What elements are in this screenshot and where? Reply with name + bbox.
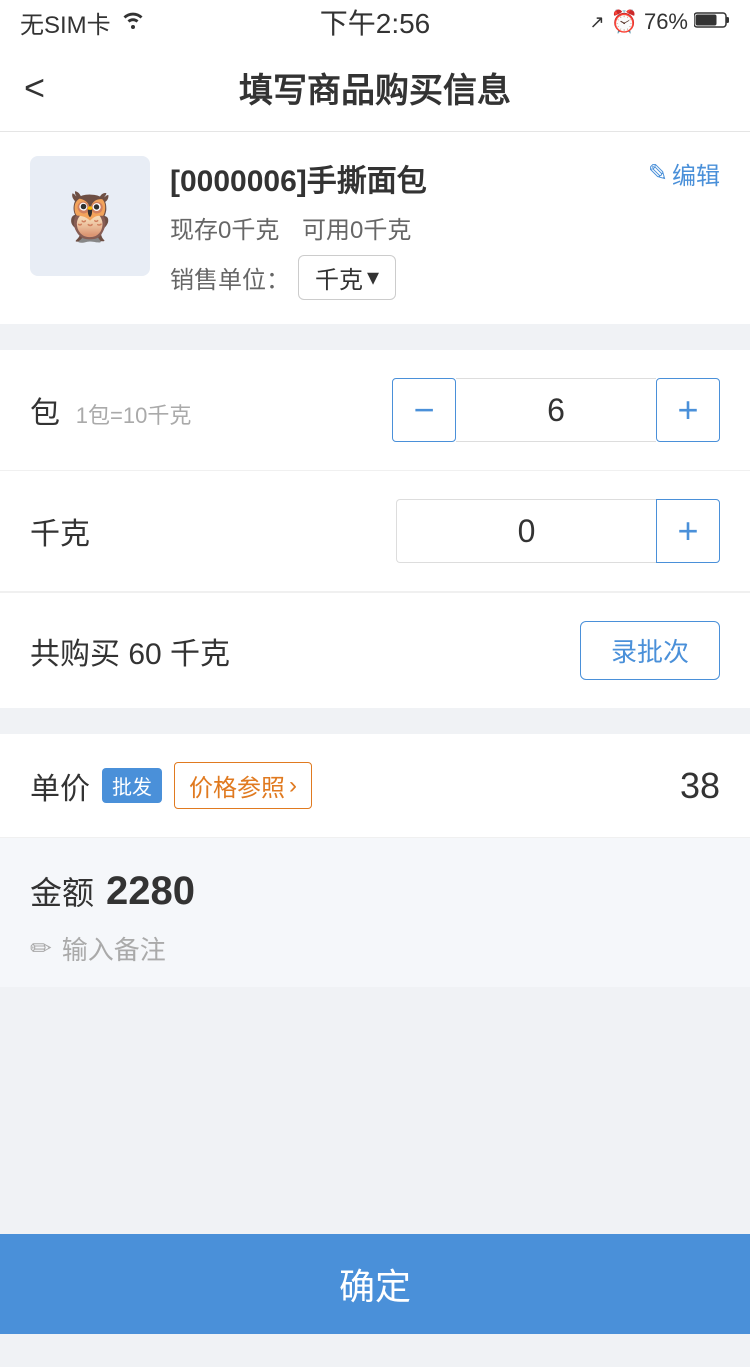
batch-button[interactable]: 录批次 — [580, 621, 720, 680]
product-unit: 销售单位： 千克 ▾ — [170, 255, 628, 300]
chevron-down-icon: ▾ — [367, 263, 379, 292]
wifi-icon — [119, 8, 147, 36]
divider-1 — [0, 334, 750, 350]
location-icon: ↗ — [589, 12, 604, 33]
nav-bar: < 填写商品购买信息 — [0, 44, 750, 132]
arrow-icon: › — [289, 772, 297, 800]
product-name: [0000006]手撕面包 — [170, 156, 628, 200]
price-value: 38 — [680, 765, 720, 807]
product-image: 🦉 — [30, 156, 150, 276]
status-bar: 无SIM卡 下午2:56 ↗ ⏰ 76% — [0, 0, 750, 44]
kg-plus-button[interactable]: + — [656, 499, 720, 563]
carrier-text: 无SIM卡 — [20, 5, 111, 40]
product-stock: 现存0千克 可用0千克 — [170, 210, 628, 245]
product-card: 🦉 [0000006]手撕面包 现存0千克 可用0千克 销售单位： 千克 ▾ ✎… — [0, 132, 750, 334]
amount-section: 金额 2280 ✏ 输入备注 — [0, 838, 750, 987]
status-right: ↗ ⏰ 76% — [589, 9, 730, 35]
price-section: 单价 批发 价格参照 › 38 — [0, 734, 750, 838]
amount-row: 金额 2280 — [30, 868, 720, 914]
bao-minus-button[interactable]: − — [392, 378, 456, 442]
price-ref-button[interactable]: 价格参照 › — [174, 762, 312, 809]
bao-label: 包 — [30, 397, 60, 430]
bao-input-row: 包 1包=10千克 − + — [0, 350, 750, 471]
bao-label-group: 包 1包=10千克 — [30, 388, 191, 432]
divider-2 — [0, 718, 750, 734]
input-section: 包 1包=10千克 − + 千克 + — [0, 350, 750, 592]
kg-controls: + — [396, 499, 720, 563]
battery-text: 76% — [644, 9, 688, 35]
price-label: 单价 — [30, 764, 90, 808]
kg-label: 千克 — [30, 518, 90, 551]
kg-input-row: 千克 + — [0, 471, 750, 592]
amount-label: 金额 — [30, 868, 94, 914]
batch-tag: 批发 — [102, 768, 162, 803]
remark-label: 输入备注 — [62, 930, 166, 967]
remark-row[interactable]: ✏ 输入备注 — [30, 930, 720, 977]
summary-text: 共购买 60 千克 — [30, 629, 230, 673]
battery-icon — [694, 9, 730, 35]
product-info: [0000006]手撕面包 现存0千克 可用0千克 销售单位： 千克 ▾ — [170, 156, 628, 300]
summary-row: 共购买 60 千克 录批次 — [0, 592, 750, 718]
price-row: 单价 批发 价格参照 › 38 — [0, 734, 750, 837]
bao-plus-button[interactable]: + — [656, 378, 720, 442]
alarm-icon: ⏰ — [611, 9, 638, 35]
page-title: 填写商品购买信息 — [239, 63, 511, 112]
kg-qty-input[interactable] — [396, 499, 656, 563]
pencil-icon: ✏ — [30, 933, 52, 964]
unit-select[interactable]: 千克 ▾ — [298, 255, 396, 300]
status-time: 下午2:56 — [320, 2, 431, 42]
kg-label-group: 千克 — [30, 509, 90, 553]
back-button[interactable]: < — [24, 67, 45, 109]
edit-button[interactable]: ✎ 编辑 — [648, 156, 720, 191]
product-thumbnail: 🦉 — [60, 188, 120, 245]
amount-value: 2280 — [106, 869, 195, 914]
edit-icon: ✎ — [648, 159, 668, 188]
status-left: 无SIM卡 — [20, 5, 147, 40]
confirm-button[interactable]: 确定 — [0, 1234, 750, 1334]
bao-controls: − + — [392, 378, 720, 442]
bao-qty-input[interactable] — [456, 378, 656, 442]
price-label-group: 单价 批发 价格参照 › — [30, 762, 312, 809]
bao-hint: 1包=10千克 — [76, 403, 192, 428]
